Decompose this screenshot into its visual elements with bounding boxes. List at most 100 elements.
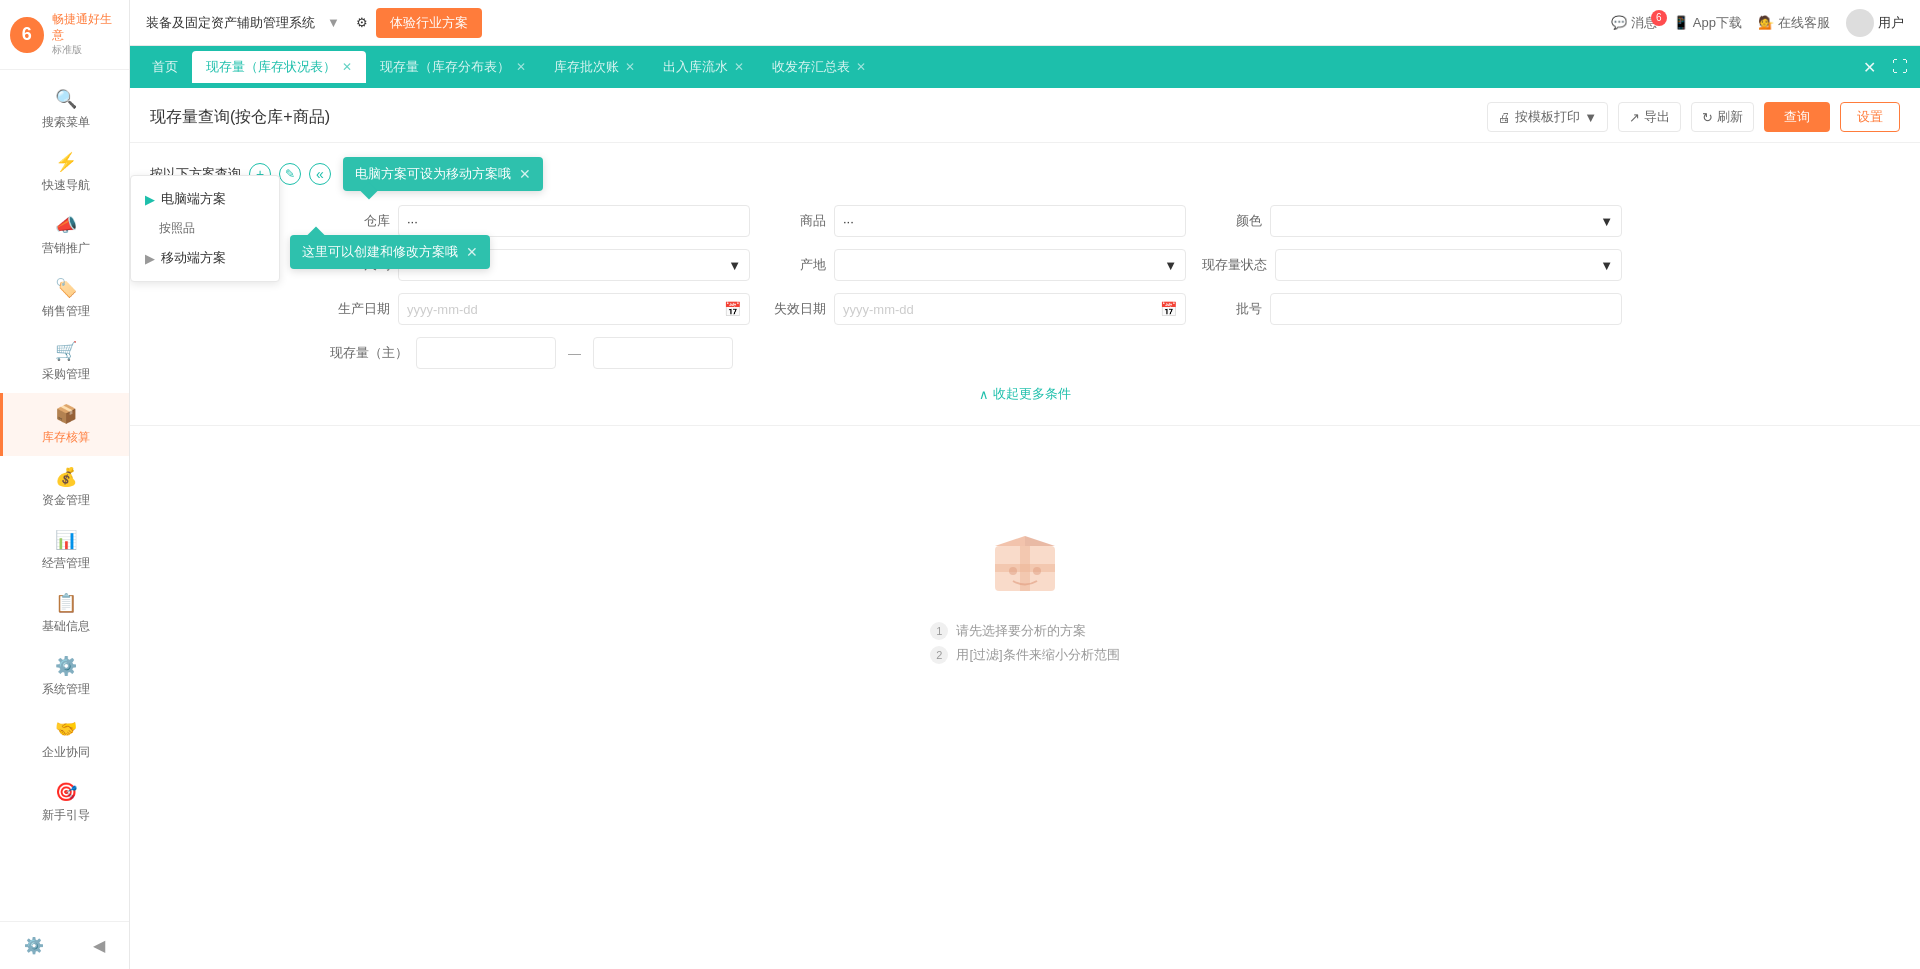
sidebar-item-guide[interactable]: 🎯 新手引导: [0, 771, 129, 834]
collapse-row: ∧ 收起更多条件: [150, 377, 1900, 411]
sidebar-item-label: 库存核算: [42, 429, 90, 446]
app-download-action[interactable]: 📱 App下载: [1673, 14, 1742, 32]
sidebar-item-purchase[interactable]: 🛒 采购管理: [0, 330, 129, 393]
user-label: 用户: [1878, 14, 1904, 32]
filter-item-expiry-date: 失效日期 yyyy-mm-dd 📅: [766, 293, 1186, 325]
tab-close-icon[interactable]: ✕: [856, 60, 866, 74]
tooltip-edit-scheme: 这里可以创建和修改方案哦 ✕: [290, 235, 490, 269]
header-right: 💬 6 消息 📱 App下载 💁 在线客服 用户: [1611, 9, 1904, 37]
sidebar-item-label: 营销推广: [42, 240, 90, 257]
stock-main-from[interactable]: [416, 337, 556, 369]
sidebar-item-sales[interactable]: 🏷️ 销售管理: [0, 267, 129, 330]
sidebar-item-collab[interactable]: 🤝 企业协同: [0, 708, 129, 771]
tab-inventory-status[interactable]: 现存量（库存状况表） ✕: [192, 51, 366, 83]
sidebar-item-ops[interactable]: 📊 经营管理: [0, 519, 129, 582]
tooltip2-close-icon[interactable]: ✕: [466, 244, 478, 260]
online-support-action[interactable]: 💁 在线客服: [1758, 14, 1830, 32]
tab-fullscreen-icon[interactable]: ⛶: [1888, 54, 1912, 80]
prod-date-label: 生产日期: [330, 300, 390, 318]
stock-status-select[interactable]: ▼: [1275, 249, 1622, 281]
box-svg: [975, 506, 1075, 606]
notification-action[interactable]: 💬 6 消息: [1611, 14, 1657, 32]
sidebar-item-finance[interactable]: 💰 资金管理: [0, 456, 129, 519]
tab-close-icon[interactable]: ✕: [342, 60, 352, 74]
tab-label: 现存量（库存状况表）: [206, 58, 336, 76]
tab-inventory-dist[interactable]: 现存量（库存分布表） ✕: [366, 51, 540, 83]
page-header: 现存量查询(按仓库+商品) 🖨 按模板打印 ▼ ↗ 导出 ↻ 刷新: [130, 88, 1920, 143]
scheme-item-label: 按照品: [159, 220, 195, 237]
refresh-button[interactable]: ↻ 刷新: [1691, 102, 1754, 132]
settings-icon[interactable]: ⚙: [356, 15, 368, 30]
scheme-tree-mobile[interactable]: ▶ 移动端方案: [131, 243, 279, 273]
scheme-mobile-label: 移动端方案: [161, 249, 226, 267]
system-dropdown-icon[interactable]: ▼: [327, 15, 340, 30]
origin-select[interactable]: ▼: [834, 249, 1186, 281]
color-select[interactable]: ▼: [1270, 205, 1622, 237]
sidebar-item-label: 基础信息: [42, 618, 90, 635]
expiry-date-label: 失效日期: [766, 300, 826, 318]
tab-close-icon[interactable]: ✕: [625, 60, 635, 74]
footer-collapse-icon[interactable]: ◀: [89, 932, 109, 959]
tab-close-all-icon[interactable]: ✕: [1859, 54, 1880, 81]
sidebar-item-label: 销售管理: [42, 303, 90, 320]
filter-row-4: 现存量（主） —: [330, 337, 1900, 369]
industry-button[interactable]: 体验行业方案: [376, 8, 482, 38]
sidebar-item-system[interactable]: ⚙️ 系统管理: [0, 645, 129, 708]
filter-fields: 仓库 ··· 商品 ··· 颜色: [330, 205, 1900, 369]
sidebar-item-basic[interactable]: 📋 基础信息: [0, 582, 129, 645]
filter-item-color: 颜色 ▼: [1202, 205, 1622, 237]
hint-text-2: 用[过滤]条件来缩小分析范围: [956, 646, 1119, 664]
user-info[interactable]: 用户: [1846, 9, 1904, 37]
tab-bar-actions: ✕ ⛶: [1859, 54, 1912, 81]
tab-inout-flow[interactable]: 出入库流水 ✕: [649, 51, 758, 83]
refresh-label: 刷新: [1717, 108, 1743, 126]
tooltip-close-icon[interactable]: ✕: [519, 166, 531, 182]
print-button[interactable]: 🖨 按模板打印 ▼: [1487, 102, 1608, 132]
tooltip-text: 电脑方案可设为移动方案哦: [355, 165, 511, 183]
search-button[interactable]: 查询: [1764, 102, 1830, 132]
marketing-icon: 📣: [55, 214, 77, 236]
sidebar-item-quicknav[interactable]: ⚡ 快速导航: [0, 141, 129, 204]
export-button[interactable]: ↗ 导出: [1618, 102, 1681, 132]
color-label: 颜色: [1202, 212, 1262, 230]
prod-date-input[interactable]: yyyy-mm-dd 📅: [398, 293, 750, 325]
sidebar-item-search[interactable]: 🔍 搜索菜单: [0, 78, 129, 141]
app-download-label: App下载: [1693, 14, 1742, 32]
stock-main-to[interactable]: [593, 337, 733, 369]
sidebar-item-marketing[interactable]: 📣 营销推广: [0, 204, 129, 267]
tab-recv-summary[interactable]: 收发存汇总表 ✕: [758, 51, 880, 83]
sidebar-item-inventory[interactable]: 📦 库存核算: [0, 393, 129, 456]
filter-item-goods: 商品 ···: [766, 205, 1186, 237]
tab-close-icon[interactable]: ✕: [516, 60, 526, 74]
dropdown-arrow: ▼: [1600, 258, 1613, 273]
stock-main-label: 现存量（主）: [330, 344, 408, 362]
tab-home[interactable]: 首页: [138, 51, 192, 83]
brand-name: 畅捷通好生意: [52, 12, 119, 43]
online-support-label: 在线客服: [1778, 14, 1830, 32]
sidebar-item-label: 企业协同: [42, 744, 90, 761]
scheme-tree-desktop[interactable]: ▶ 电脑端方案: [131, 184, 279, 214]
system-icon: ⚙️: [55, 655, 77, 677]
goods-select[interactable]: ···: [834, 205, 1186, 237]
sidebar-item-label: 系统管理: [42, 681, 90, 698]
footer-settings-icon[interactable]: ⚙️: [20, 932, 48, 959]
tab-close-icon[interactable]: ✕: [734, 60, 744, 74]
collapse-button[interactable]: ∧ 收起更多条件: [979, 385, 1071, 403]
calendar-icon-2[interactable]: 📅: [1160, 301, 1177, 317]
settings-button[interactable]: 设置: [1840, 102, 1900, 132]
scheme-tree-desktop-child[interactable]: 按照品: [131, 214, 279, 243]
filter-area: 按以下方案查询 + ✎ « 电脑方案可设为移动方案哦 ✕: [130, 143, 1920, 426]
finance-icon: 💰: [55, 466, 77, 488]
sidebar-item-label: 新手引导: [42, 807, 90, 824]
empty-illustration: [975, 506, 1075, 606]
calendar-icon[interactable]: 📅: [724, 301, 741, 317]
tab-batch-ledger[interactable]: 库存批次账 ✕: [540, 51, 649, 83]
export-icon: ↗: [1629, 110, 1640, 125]
expiry-date-input[interactable]: yyyy-mm-dd 📅: [834, 293, 1186, 325]
filter-item-origin: 产地 ▼: [766, 249, 1186, 281]
filter-item-prod-date: 生产日期 yyyy-mm-dd 📅: [330, 293, 750, 325]
batch-input[interactable]: [1270, 293, 1622, 325]
expiry-date-placeholder: yyyy-mm-dd: [843, 302, 914, 317]
filter-item-stock-main: 现存量（主） —: [330, 337, 750, 369]
guide-icon: 🎯: [55, 781, 77, 803]
